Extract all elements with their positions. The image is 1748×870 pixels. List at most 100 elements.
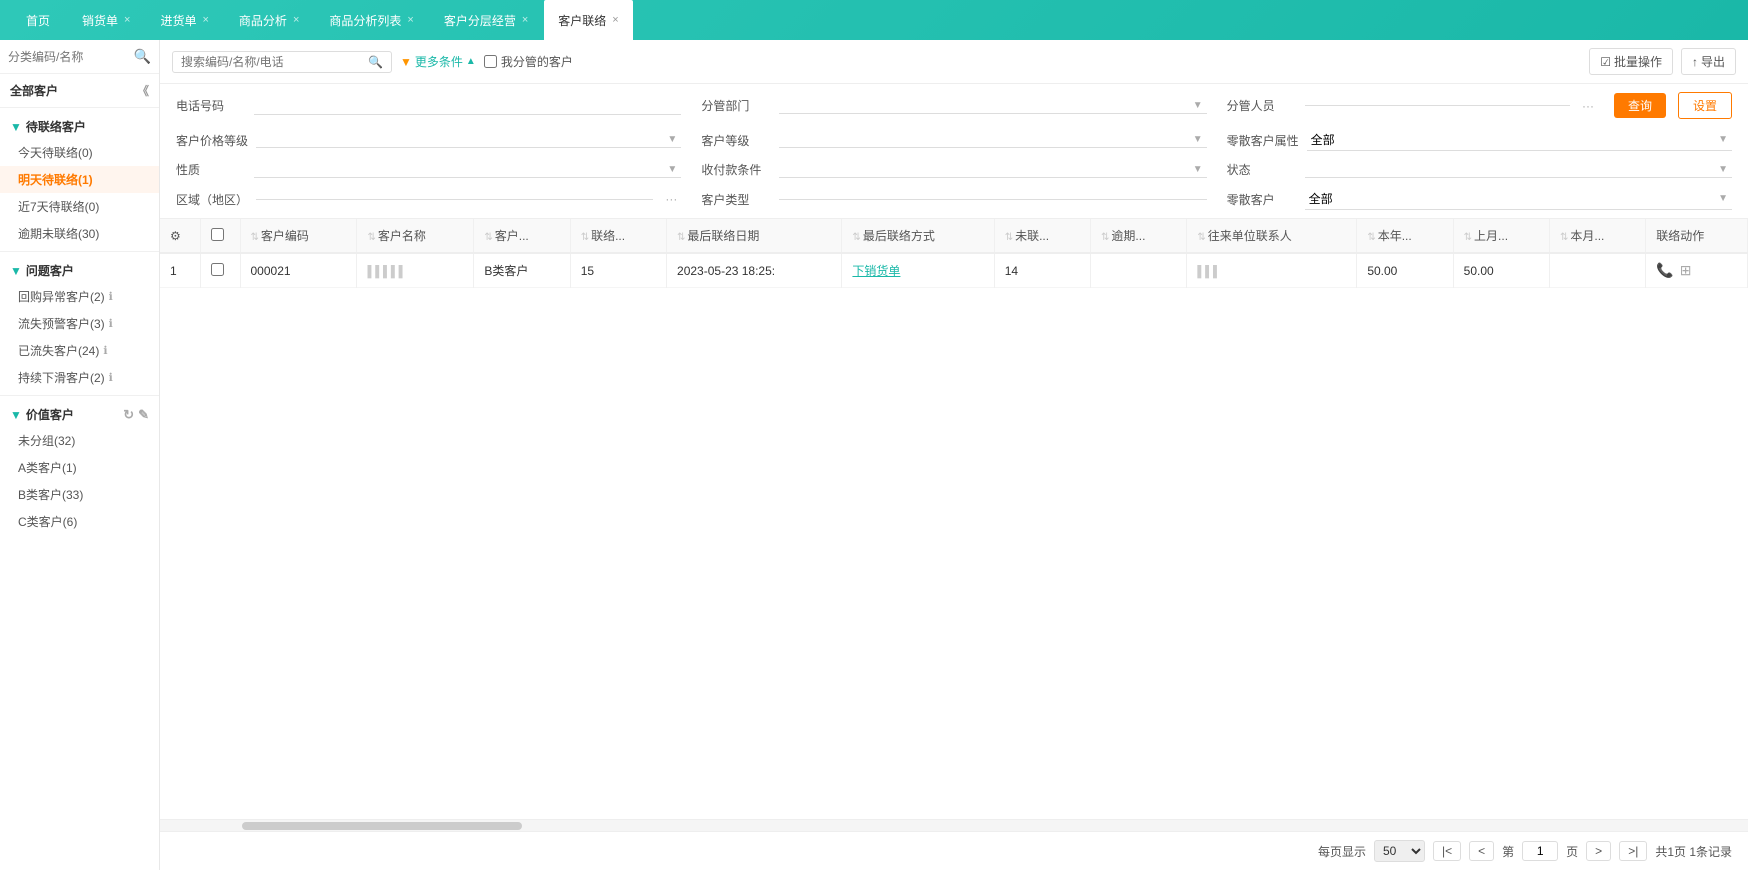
search-magnifier-icon[interactable]: 🔍 <box>368 55 383 69</box>
nav-product-analysis-list-close[interactable]: × <box>407 14 413 26</box>
th-contact-person[interactable]: ⇅往来单位联系人 <box>1187 219 1357 253</box>
nav-purchase-order-close[interactable]: × <box>202 14 208 26</box>
table-row: 1 000021 ▌▌▌▌▌ B类客户 15 2023-05-23 18:25:… <box>160 253 1748 288</box>
sidebar-item-class-b[interactable]: B类客户(33) <box>0 481 159 508</box>
value-group-header[interactable]: ▼ 价值客户 ↻ ✎ <box>0 400 159 427</box>
nav-sales-order[interactable]: 销货单 × <box>68 0 144 40</box>
per-page-select[interactable]: 50 100 200 <box>1374 840 1425 862</box>
customer-level-select[interactable]: ▼ <box>779 132 1206 148</box>
sidebar-item-class-a[interactable]: A类客户(1) <box>0 454 159 481</box>
price-level-select[interactable]: ▼ <box>256 132 681 148</box>
dept-select[interactable]: ▼ <box>779 98 1206 114</box>
pagination: 每页显示 50 100 200 |< < 第 页 > >| 共1页 1条记录 <box>160 831 1748 870</box>
prev-page-btn[interactable]: < <box>1469 841 1494 861</box>
my-customers-check[interactable] <box>484 55 497 68</box>
sidebar-item-overdue[interactable]: 逾期未联络(30) <box>0 220 159 247</box>
nav-customer-tier-close[interactable]: × <box>522 14 528 26</box>
refresh-icon[interactable]: ↻ <box>123 407 134 423</box>
grid-icon[interactable]: ⊞ <box>1680 262 1692 279</box>
nav-customer-contact[interactable]: 客户联络 × <box>544 0 632 40</box>
th-this-year[interactable]: ⇅本年... <box>1357 219 1453 253</box>
th-checkbox[interactable] <box>200 219 240 253</box>
sidebar-item-declining[interactable]: 持续下滑客户(2) ℹ <box>0 364 159 391</box>
th-name[interactable]: ⇅客户名称 <box>357 219 474 253</box>
th-not-contacted[interactable]: ⇅未联... <box>994 219 1090 253</box>
cell-last-method[interactable]: 下销货单 <box>842 253 994 288</box>
th-last-method[interactable]: ⇅最后联络方式 <box>842 219 994 253</box>
retail-attr-select[interactable]: 全部 ▼ <box>1307 129 1732 151</box>
settings-btn[interactable]: 设置 <box>1678 92 1732 119</box>
nav-product-analysis-close[interactable]: × <box>293 14 299 26</box>
sidebar-search-wrap: 🔍 <box>0 40 159 74</box>
th-code[interactable]: ⇅客户编码 <box>240 219 357 253</box>
filter-retail-customer-row: 零散客户 全部 ▼ <box>1227 188 1732 210</box>
manager-dots-btn[interactable]: ··· <box>1578 99 1598 113</box>
nav-purchase-order-label: 进货单 <box>160 12 196 29</box>
last-page-btn[interactable]: >| <box>1619 841 1647 861</box>
horizontal-scrollbar[interactable] <box>160 819 1748 831</box>
export-btn[interactable]: ↑ 导出 <box>1681 48 1736 75</box>
scroll-thumb[interactable] <box>242 822 522 830</box>
nav-sales-order-label: 销货单 <box>82 12 118 29</box>
my-customers-checkbox[interactable]: 我分管的客户 <box>484 53 573 70</box>
nature-select[interactable]: ▼ <box>254 162 681 178</box>
phone-input[interactable] <box>254 96 681 115</box>
sidebar-item-today[interactable]: 今天待联络(0) <box>0 139 159 166</box>
all-customers-label[interactable]: 全部客户 《 <box>0 74 159 103</box>
sidebar-search-icon[interactable]: 🔍 <box>134 48 151 65</box>
sidebar-search-input[interactable] <box>8 50 134 64</box>
th-this-month[interactable]: ⇅本月... <box>1549 219 1645 253</box>
th-overdue[interactable]: ⇅逾期... <box>1091 219 1187 253</box>
cell-checkbox[interactable] <box>200 253 240 288</box>
query-btn[interactable]: 查询 <box>1614 93 1666 118</box>
select-all-checkbox[interactable] <box>211 228 224 241</box>
nav-home-label: 首页 <box>26 12 50 29</box>
customer-type-input[interactable] <box>779 199 1206 200</box>
row-checkbox[interactable] <box>211 263 224 276</box>
nav-product-analysis[interactable]: 商品分析 × <box>225 0 313 40</box>
main-content: 🔍 ▼ 更多条件 ▲ 我分管的客户 ☑ 批量操作 ↑ 导出 <box>160 40 1748 870</box>
call-icon[interactable]: 📞 <box>1656 262 1673 279</box>
th-settings[interactable]: ⚙ <box>160 219 200 253</box>
nav-product-analysis-list[interactable]: 商品分析列表 × <box>315 0 427 40</box>
current-page-input[interactable] <box>1522 841 1558 861</box>
status-select[interactable]: ▼ <box>1305 162 1732 178</box>
sort-icon-date: ⇅ <box>677 232 685 243</box>
cell-code: 000021 <box>240 253 357 288</box>
nav-home[interactable]: 首页 <box>10 0 66 40</box>
nav-customer-tier[interactable]: 客户分层经营 × <box>430 0 542 40</box>
retail-customer-select[interactable]: 全部 ▼ <box>1305 188 1732 210</box>
nav-purchase-order[interactable]: 进货单 × <box>146 0 222 40</box>
region-dots-btn[interactable]: ··· <box>661 192 681 206</box>
problem-group-header[interactable]: ▼ 问题客户 <box>0 256 159 283</box>
sidebar-item-7days[interactable]: 近7天待联络(0) <box>0 193 159 220</box>
chevron-up-icon: ▲ <box>466 56 476 67</box>
sidebar-item-tomorrow[interactable]: 明天待联络(1) <box>0 166 159 193</box>
th-last-date[interactable]: ⇅最后联络日期 <box>667 219 842 253</box>
sidebar-item-class-c[interactable]: C类客户(6) <box>0 508 159 535</box>
more-conditions-btn[interactable]: ▼ 更多条件 ▲ <box>400 53 476 70</box>
sidebar-item-ungrouped[interactable]: 未分组(32) <box>0 427 159 454</box>
search-input[interactable] <box>181 55 368 69</box>
th-contact[interactable]: ⇅联络... <box>570 219 666 253</box>
nav-sales-order-close[interactable]: × <box>124 14 130 26</box>
th-last-month[interactable]: ⇅上月... <box>1453 219 1549 253</box>
sort-icon-ty: ⇅ <box>1367 232 1375 243</box>
th-type[interactable]: ⇅客户... <box>474 219 570 253</box>
sidebar-item-churn-warning[interactable]: 流失预警客户(3) ℹ <box>0 310 159 337</box>
filter-nature-row: 性质 ▼ <box>176 161 681 178</box>
first-page-btn[interactable]: |< <box>1433 841 1461 861</box>
edit-icon[interactable]: ✎ <box>138 407 149 423</box>
pending-group-header[interactable]: ▼ 待联络客户 <box>0 112 159 139</box>
sidebar-item-abnormal[interactable]: 回购异常客户(2) ℹ <box>0 283 159 310</box>
region-input[interactable] <box>256 199 653 200</box>
status-label: 状态 <box>1227 161 1297 178</box>
manager-input[interactable] <box>1305 105 1570 106</box>
batch-operation-btn[interactable]: ☑ 批量操作 <box>1589 48 1673 75</box>
next-page-btn[interactable]: > <box>1586 841 1611 861</box>
sidebar-item-churned[interactable]: 已流失客户(24) ℹ <box>0 337 159 364</box>
payment-select[interactable]: ▼ <box>779 162 1206 178</box>
nav-customer-contact-close[interactable]: × <box>612 14 618 26</box>
sidebar-collapse-icon[interactable]: 《 <box>137 82 149 99</box>
price-level-chevron-icon: ▼ <box>667 134 677 145</box>
